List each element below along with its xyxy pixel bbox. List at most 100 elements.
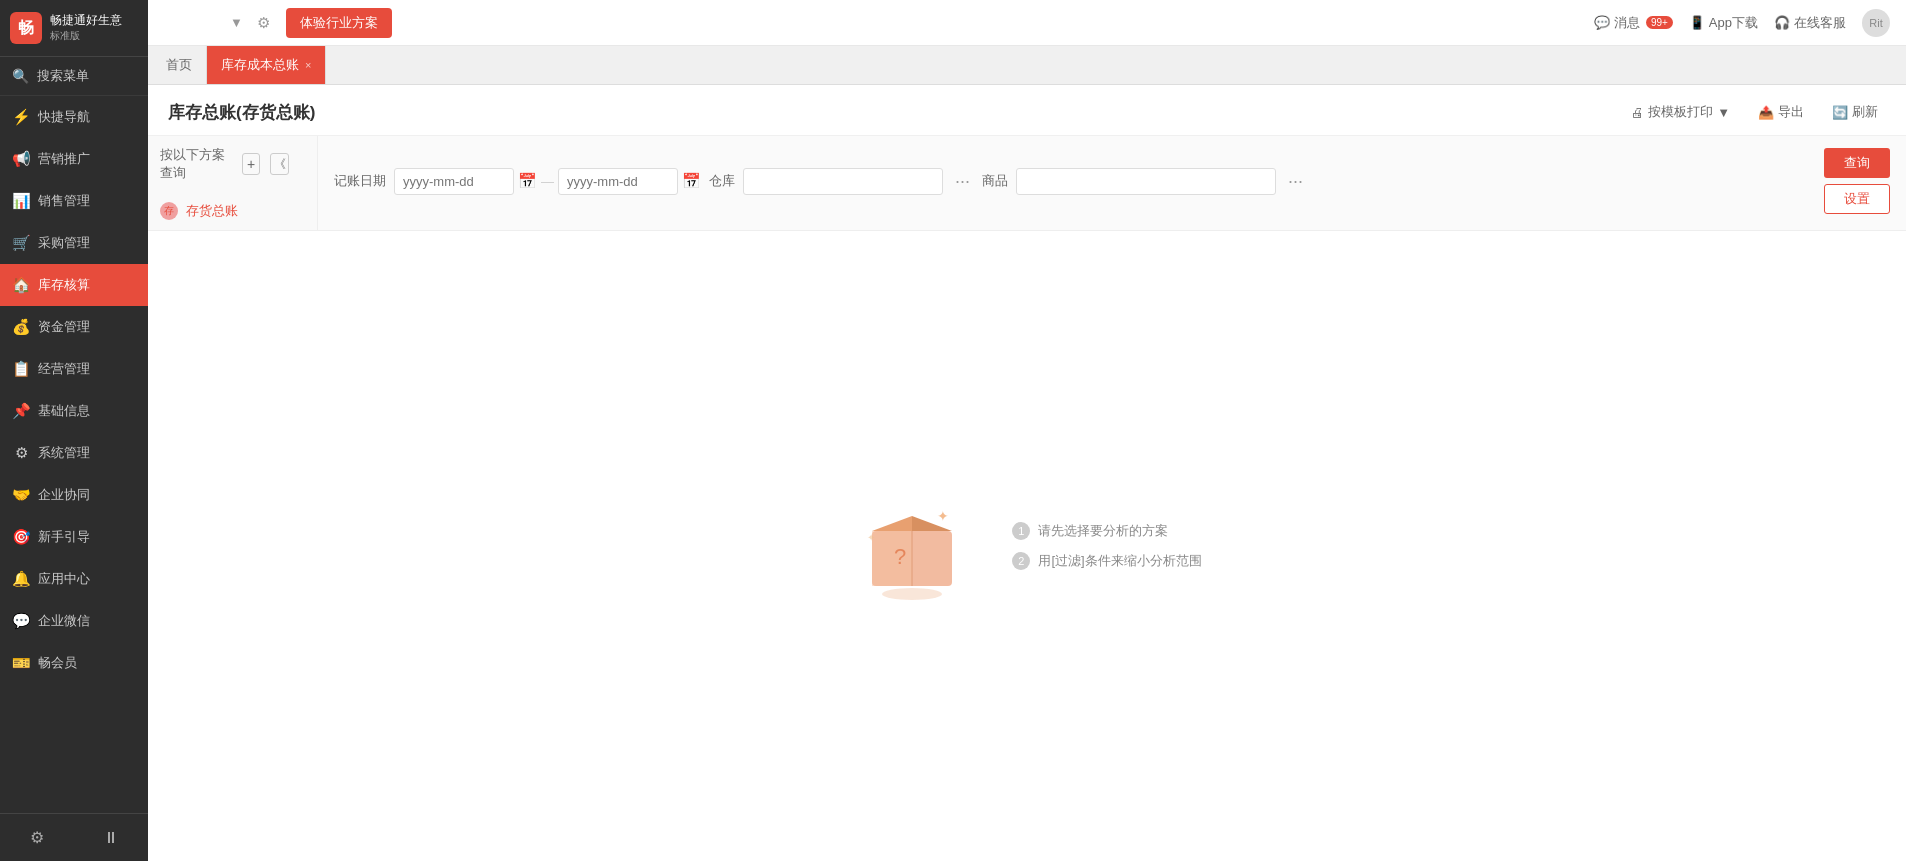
- print-btn[interactable]: 🖨 按模板打印 ▼: [1623, 99, 1738, 125]
- settings-btn[interactable]: 设置: [1824, 184, 1890, 214]
- member-icon: 🎫: [12, 654, 30, 672]
- sidebar-item-marketing[interactable]: 📢 营销推广: [0, 138, 148, 180]
- trial-btn[interactable]: 体验行业方案: [286, 8, 392, 38]
- online-service-btn[interactable]: 🎧 在线客服: [1774, 14, 1846, 32]
- date-label: 记账日期: [334, 172, 386, 190]
- sales-icon: 📊: [12, 192, 30, 210]
- system-icon: ⚙: [12, 444, 30, 462]
- tabs-bar: 首页 库存成本总账 ×: [148, 46, 1906, 85]
- query-btn[interactable]: 查询: [1824, 148, 1890, 178]
- print-dropdown-icon: ▼: [1717, 105, 1730, 120]
- sidebar-item-label: 经营管理: [38, 360, 90, 378]
- sidebar-item-basic[interactable]: 📌 基础信息: [0, 390, 148, 432]
- sidebar-collapse-btn[interactable]: ⏸: [97, 823, 125, 853]
- sidebar-item-member[interactable]: 🎫 畅会员: [0, 642, 148, 684]
- online-service-label: 在线客服: [1794, 14, 1846, 32]
- print-label: 按模板打印: [1648, 103, 1713, 121]
- svg-text:✦: ✦: [937, 508, 949, 524]
- sidebar-nav: ⚡ 快捷导航 📢 营销推广 📊 销售管理 🛒 采购管理 🏠 库存核算 💰 资金管…: [0, 96, 148, 813]
- user-avatar[interactable]: Rit: [1862, 9, 1890, 37]
- sidebar-item-guide[interactable]: 🎯 新手引导: [0, 516, 148, 558]
- sidebar-item-label: 销售管理: [38, 192, 90, 210]
- sidebar-item-label: 采购管理: [38, 234, 90, 252]
- empty-illustration: ✦ ✦ ?: [852, 486, 972, 606]
- app-logo-icon: 畅: [10, 12, 42, 44]
- app-name: 畅捷通好生意: [50, 13, 122, 29]
- date-group: 📅 — 📅: [394, 168, 701, 195]
- tab-home[interactable]: 首页: [152, 46, 207, 84]
- refresh-label: 刷新: [1852, 103, 1878, 121]
- filter-action-btns: 查询 设置: [1824, 148, 1890, 214]
- enterprise-icon: 🤝: [12, 486, 30, 504]
- export-label: 导出: [1778, 103, 1804, 121]
- page-header: 库存总账(存货总账) 🖨 按模板打印 ▼ 📤 导出 🔄 刷新: [148, 85, 1906, 136]
- sidebar-item-enterprise[interactable]: 🤝 企业协同: [0, 474, 148, 516]
- warehouse-label: 仓库: [709, 172, 735, 190]
- page-content: 库存总账(存货总账) 🖨 按模板打印 ▼ 📤 导出 🔄 刷新: [148, 85, 1906, 861]
- scheme-icon: 存: [160, 202, 178, 220]
- sidebar-item-label: 营销推广: [38, 150, 90, 168]
- sidebar-item-wechat[interactable]: 💬 企业微信: [0, 600, 148, 642]
- topbar-title-area: ▼ ⚙: [164, 14, 270, 32]
- basic-icon: 📌: [12, 402, 30, 420]
- refresh-btn[interactable]: 🔄 刷新: [1824, 99, 1886, 125]
- app-center-icon: 🔔: [12, 570, 30, 588]
- sidebar-item-label: 应用中心: [38, 570, 90, 588]
- sidebar-item-quick-nav[interactable]: ⚡ 快捷导航: [0, 96, 148, 138]
- calendar-start-icon[interactable]: 📅: [518, 172, 537, 190]
- date-separator: —: [541, 174, 554, 189]
- goods-more-btn[interactable]: ···: [1284, 171, 1307, 192]
- sidebar-item-label: 快捷导航: [38, 108, 90, 126]
- sidebar-item-system[interactable]: ⚙ 系统管理: [0, 432, 148, 474]
- sidebar-logo: 畅 畅捷通好生意 标准版: [0, 0, 148, 57]
- business-icon: 📋: [12, 360, 30, 378]
- hint-text-1: 请先选择要分析的方案: [1038, 522, 1168, 540]
- page-title: 库存总账(存货总账): [168, 101, 315, 124]
- filter-collapse-btn[interactable]: 《: [270, 153, 289, 175]
- sidebar-item-label: 企业协同: [38, 486, 90, 504]
- date-end-input[interactable]: [558, 168, 678, 195]
- sidebar-item-finance[interactable]: 💰 资金管理: [0, 306, 148, 348]
- sidebar-search-label: 搜索菜单: [37, 67, 89, 85]
- finance-icon: 💰: [12, 318, 30, 336]
- warehouse-more-btn[interactable]: ···: [951, 171, 974, 192]
- sidebar-item-business[interactable]: 📋 经营管理: [0, 348, 148, 390]
- filter-label: 按以下方案查询: [160, 146, 236, 182]
- tab-inventory-cost[interactable]: 库存成本总账 ×: [207, 46, 326, 84]
- sidebar: 畅 畅捷通好生意 标准版 🔍 搜索菜单 ⚡ 快捷导航 📢 营销推广 📊 销售管理…: [0, 0, 148, 861]
- sidebar-item-label: 库存核算: [38, 276, 90, 294]
- sidebar-bottom: ⚙ ⏸: [0, 813, 148, 861]
- goods-input[interactable]: [1016, 168, 1276, 195]
- sidebar-item-app-center[interactable]: 🔔 应用中心: [0, 558, 148, 600]
- app-download-btn[interactable]: 📱 App下载: [1689, 14, 1758, 32]
- filter-add-btn[interactable]: +: [242, 153, 261, 175]
- message-badge: 99+: [1646, 16, 1673, 29]
- print-icon: 🖨: [1631, 105, 1644, 120]
- hint-text-2: 用[过滤]条件来缩小分析范围: [1038, 552, 1201, 570]
- message-btn[interactable]: 💬 消息 99+: [1594, 14, 1673, 32]
- purchase-icon: 🛒: [12, 234, 30, 252]
- scheme-label: 存货总账: [186, 202, 238, 220]
- sidebar-item-sales[interactable]: 📊 销售管理: [0, 180, 148, 222]
- sidebar-settings-btn[interactable]: ⚙: [24, 822, 50, 853]
- inventory-icon: 🏠: [12, 276, 30, 294]
- topbar-left: ▼ ⚙ 体验行业方案: [164, 8, 1594, 38]
- tab-close-icon[interactable]: ×: [305, 59, 311, 71]
- export-btn[interactable]: 📤 导出: [1750, 99, 1812, 125]
- sidebar-item-inventory[interactable]: 🏠 库存核算: [0, 264, 148, 306]
- sidebar-item-label: 系统管理: [38, 444, 90, 462]
- scheme-item-inventory[interactable]: 存 存货总账: [148, 192, 317, 230]
- calendar-end-icon[interactable]: 📅: [682, 172, 701, 190]
- sidebar-search[interactable]: 🔍 搜索菜单: [0, 57, 148, 96]
- date-start-input[interactable]: [394, 168, 514, 195]
- sidebar-item-purchase[interactable]: 🛒 采购管理: [0, 222, 148, 264]
- filter-row-1: 记账日期 📅 — 📅 仓库 ··· 商品 ··· 查: [334, 148, 1890, 214]
- tab-inventory-cost-label: 库存成本总账: [221, 56, 299, 74]
- topbar-dropdown-icon[interactable]: ▼: [230, 15, 243, 30]
- wechat-icon: 💬: [12, 612, 30, 630]
- sidebar-item-label: 企业微信: [38, 612, 90, 630]
- topbar-settings-icon[interactable]: ⚙: [257, 14, 270, 32]
- app-download-label: App下载: [1709, 14, 1758, 32]
- warehouse-input[interactable]: [743, 168, 943, 195]
- scheme-sidebar: 按以下方案查询 + 《 存 存货总账: [148, 136, 318, 230]
